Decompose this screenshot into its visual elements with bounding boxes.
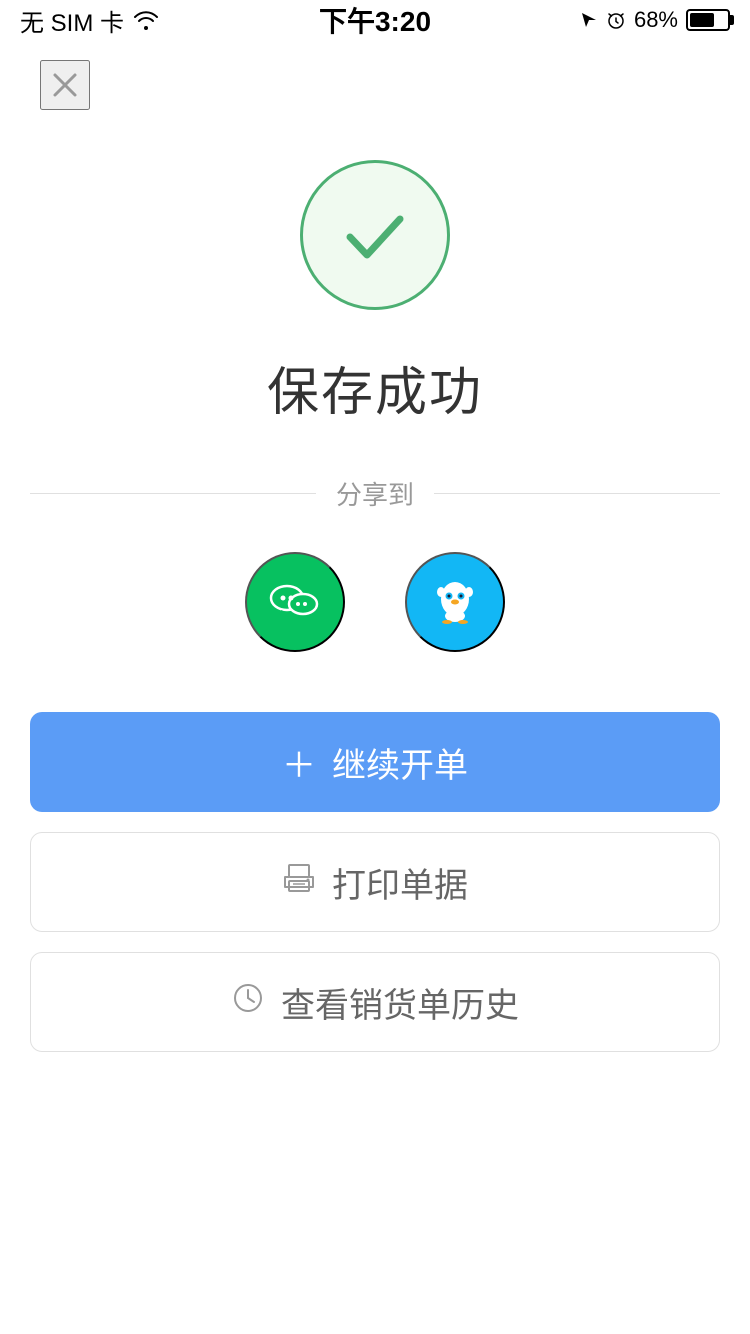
history-button[interactable]: 查看销货单历史 (30, 952, 720, 1052)
clock-icon (231, 981, 265, 1024)
share-icons (245, 552, 505, 652)
continue-label: 继续开单 (332, 738, 468, 787)
status-indicators: 68% (580, 7, 730, 33)
print-button[interactable]: 打印单据 (30, 832, 720, 932)
share-qq-button[interactable] (405, 552, 505, 652)
location-icon (580, 11, 598, 29)
success-title: 保存成功 (267, 350, 483, 425)
history-label: 查看销货单历史 (281, 978, 519, 1027)
alarm-icon (606, 10, 626, 30)
share-divider: 分享到 (30, 475, 720, 512)
battery-indicator (686, 9, 730, 31)
qq-icon (425, 572, 485, 632)
close-button[interactable] (40, 60, 90, 110)
action-buttons: ＋ 继续开单 打印单据 (30, 712, 720, 1052)
status-bar: 无 SIM 卡 下午3:20 68% (0, 0, 750, 40)
success-icon (300, 160, 450, 310)
battery-percentage: 68% (634, 7, 678, 33)
status-time: 下午3:20 (319, 0, 431, 40)
divider-left (30, 493, 316, 494)
share-wechat-button[interactable] (245, 552, 345, 652)
continue-button[interactable]: ＋ 继续开单 (30, 712, 720, 812)
main-content: 保存成功 分享到 (0, 40, 750, 1334)
share-label: 分享到 (336, 475, 414, 512)
printer-icon (282, 861, 316, 904)
status-carrier: 无 SIM 卡 (20, 3, 160, 38)
divider-right (434, 493, 720, 494)
wechat-icon (265, 572, 325, 632)
print-label: 打印单据 (332, 858, 468, 907)
plus-icon: ＋ (282, 738, 316, 787)
carrier-text: 无 SIM 卡 (20, 3, 124, 38)
wifi-icon (132, 10, 160, 30)
